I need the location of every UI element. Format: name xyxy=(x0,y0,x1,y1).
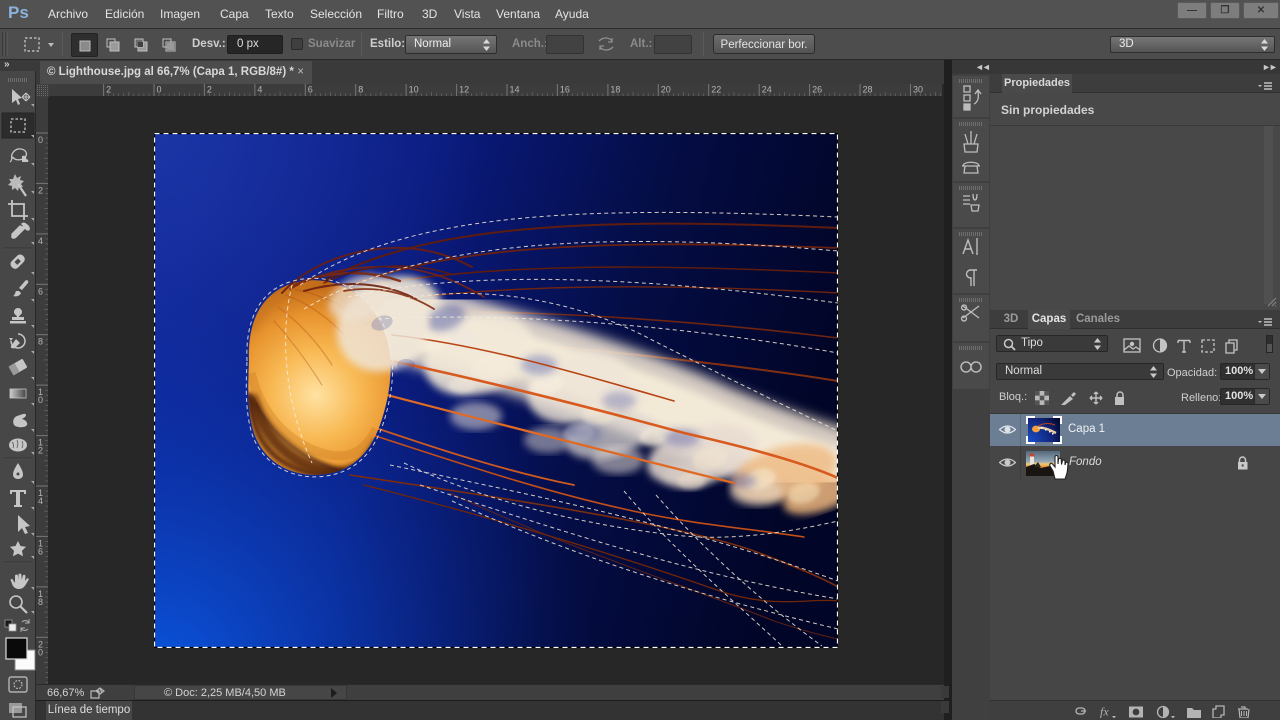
svg-text:18: 18 xyxy=(610,85,620,95)
svg-text:8: 8 xyxy=(358,85,363,95)
svg-text:20: 20 xyxy=(661,85,671,95)
svg-text:4: 4 xyxy=(257,85,262,95)
svg-text:0: 0 xyxy=(38,395,43,405)
svg-text:30: 30 xyxy=(913,85,923,95)
svg-text:0: 0 xyxy=(38,647,43,657)
svg-text:0: 0 xyxy=(157,85,162,95)
svg-text:8: 8 xyxy=(38,337,43,347)
svg-text:22: 22 xyxy=(711,85,721,95)
svg-text:2: 2 xyxy=(38,446,43,456)
svg-text:24: 24 xyxy=(762,85,772,95)
svg-text:28: 28 xyxy=(863,85,873,95)
svg-text:6: 6 xyxy=(38,286,43,296)
svg-text:8: 8 xyxy=(38,597,43,607)
svg-text:2: 2 xyxy=(38,185,43,195)
svg-text:12: 12 xyxy=(459,85,469,95)
svg-text:2: 2 xyxy=(106,85,111,95)
svg-text:6: 6 xyxy=(308,85,313,95)
svg-text:26: 26 xyxy=(812,85,822,95)
svg-text:0: 0 xyxy=(38,135,43,145)
svg-text:6: 6 xyxy=(38,546,43,556)
svg-text:fx: fx xyxy=(1100,705,1109,719)
svg-text:4: 4 xyxy=(38,496,43,506)
svg-text:14: 14 xyxy=(510,85,520,95)
svg-text:10: 10 xyxy=(409,85,419,95)
svg-text:16: 16 xyxy=(560,85,570,95)
svg-text:2: 2 xyxy=(207,85,212,95)
svg-text:4: 4 xyxy=(38,236,43,246)
